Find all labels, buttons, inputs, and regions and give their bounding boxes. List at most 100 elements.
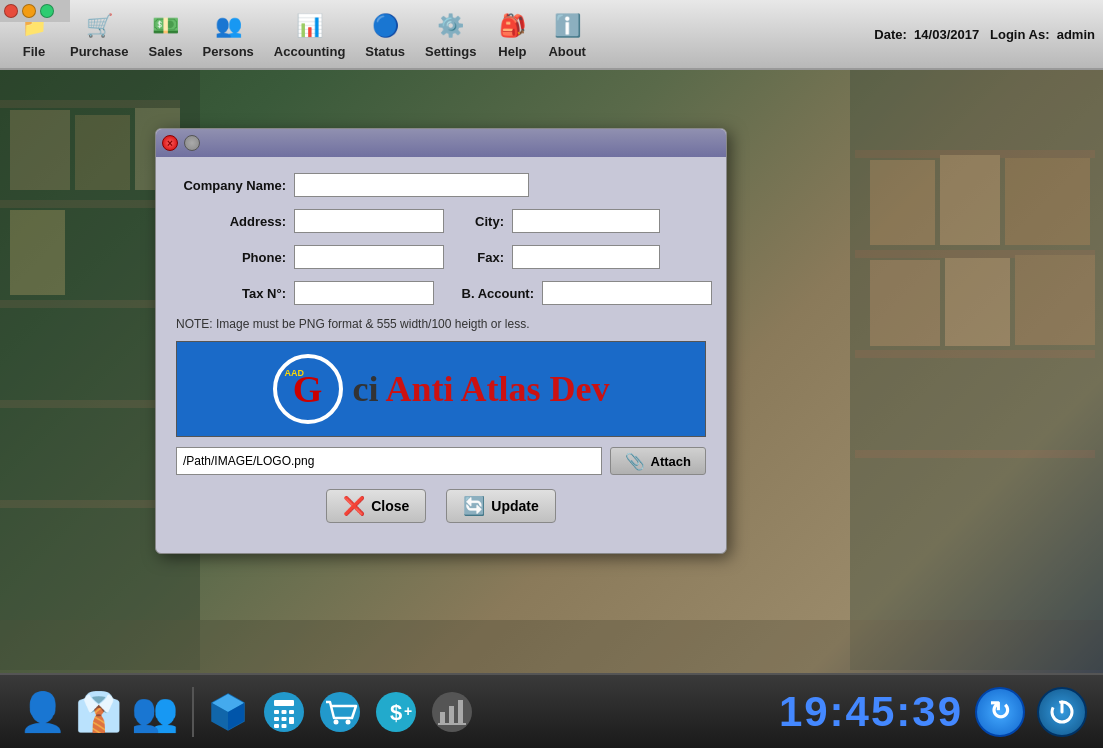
menu-help[interactable]: 🎒 Help (486, 6, 538, 63)
company-name-input[interactable] (294, 173, 529, 197)
taskbar-person2[interactable]: 👔 (72, 686, 124, 738)
menu-sales[interactable]: 💵 Sales (139, 6, 193, 63)
svg-rect-34 (274, 724, 279, 728)
svg-rect-20 (1015, 255, 1095, 345)
baccount-group: B. Account: (454, 281, 712, 305)
logo-text-area: ci Anti Atlas Dev (353, 368, 610, 410)
svg-point-37 (334, 719, 339, 724)
svg-rect-15 (870, 160, 935, 245)
close-button[interactable]: ❌ Close (326, 489, 426, 523)
svg-rect-12 (75, 115, 130, 190)
city-label: City: (464, 214, 504, 229)
attach-row: 📎 Attach (176, 447, 706, 475)
persons-icon: 👥 (212, 10, 244, 42)
menu-settings[interactable]: ⚙️ Settings (415, 6, 486, 63)
address-input[interactable] (294, 209, 444, 233)
menu-persons-label: Persons (203, 44, 254, 59)
svg-rect-28 (274, 710, 279, 714)
attach-button[interactable]: 📎 Attach (610, 447, 706, 475)
tax-input[interactable] (294, 281, 434, 305)
logo-circle: AAD G (273, 354, 343, 424)
update-btn-icon: 🔄 (463, 495, 485, 517)
cube-icon (206, 690, 250, 734)
taskbar-person1[interactable]: 👤 (16, 686, 68, 738)
baccount-input[interactable] (542, 281, 712, 305)
about-icon: ℹ️ (551, 10, 583, 42)
svg-rect-11 (10, 110, 70, 190)
login-label: Login As: (990, 27, 1049, 42)
tax-label: Tax N°: (176, 286, 286, 301)
taskbar-divider1 (192, 687, 194, 737)
purchase-icon: 🛒 (83, 10, 115, 42)
phone-label: Phone: (176, 250, 286, 265)
taskbar-chart[interactable] (426, 686, 478, 738)
svg-rect-21 (0, 620, 1103, 680)
menu-help-label: Help (498, 44, 526, 59)
calculator-icon (262, 690, 306, 734)
dialog-min-btn[interactable] (184, 135, 200, 151)
menu-purchase[interactable]: 🛒 Purchase (60, 6, 139, 63)
menu-about[interactable]: ℹ️ About (538, 6, 596, 63)
dialog-titlebar: × (156, 129, 726, 157)
phone-input[interactable] (294, 245, 444, 269)
help-icon: 🎒 (496, 10, 528, 42)
menu-purchase-label: Purchase (70, 44, 129, 59)
taskbar-cube[interactable] (202, 686, 254, 738)
taskbar-calculator[interactable] (258, 686, 310, 738)
svg-rect-5 (0, 400, 180, 408)
phone-row: Phone: Fax: (176, 245, 706, 269)
menu-status[interactable]: 🔵 Status (355, 6, 415, 63)
svg-rect-14 (10, 210, 65, 295)
date-value: 14/03/2017 (914, 27, 979, 42)
close-btn-label: Close (371, 498, 409, 514)
taskbar-person3[interactable]: 👥 (128, 686, 180, 738)
svg-rect-2 (0, 100, 180, 108)
svg-rect-33 (289, 717, 294, 724)
dollar-icon: $ + (374, 690, 418, 734)
window-min-btn[interactable] (22, 4, 36, 18)
update-button[interactable]: 🔄 Update (446, 489, 555, 523)
menu-accounting-label: Accounting (274, 44, 346, 59)
address-label: Address: (176, 214, 286, 229)
menu-file-label: File (23, 44, 45, 59)
dialog-close-btn[interactable]: × (162, 135, 178, 151)
attach-icon: 📎 (625, 452, 645, 471)
taskbar: 👤 👔 👥 (0, 673, 1103, 748)
menu-accounting[interactable]: 📊 Accounting (264, 6, 356, 63)
svg-rect-10 (855, 450, 1095, 458)
logo-path-input[interactable] (176, 447, 602, 475)
date-label: Date: (874, 27, 907, 42)
logo-aad-text: AAD (285, 368, 305, 378)
menubar: 📁 File 🛒 Purchase 💵 Sales 👥 Persons 📊 Ac… (0, 0, 1103, 70)
window-close-btn[interactable] (4, 4, 18, 18)
taskbar-right: 19:45:39 ↻ (779, 687, 1087, 737)
logo-ci: ci (353, 369, 379, 409)
status-icon: 🔵 (369, 10, 401, 42)
login-value: admin (1057, 27, 1095, 42)
logo-inner: AAD G ci Anti Atlas Dev (273, 354, 610, 424)
refresh-icon: ↻ (989, 696, 1011, 727)
address-row: Address: City: (176, 209, 706, 233)
person3-icon: 👥 (131, 690, 178, 734)
dialog-buttons: ❌ Close 🔄 Update (176, 489, 706, 523)
refresh-button[interactable]: ↻ (975, 687, 1025, 737)
tax-row: Tax N°: B. Account: (176, 281, 706, 305)
svg-rect-35 (282, 724, 287, 728)
city-input[interactable] (512, 209, 660, 233)
svg-rect-30 (289, 710, 294, 714)
fax-input[interactable] (512, 245, 660, 269)
svg-rect-6 (0, 500, 180, 508)
power-icon (1047, 697, 1077, 727)
power-button[interactable] (1037, 687, 1087, 737)
cart-icon (318, 690, 362, 734)
menu-persons[interactable]: 👥 Persons (193, 6, 264, 63)
taskbar-dollar[interactable]: $ + (370, 686, 422, 738)
fax-group: Fax: (464, 245, 660, 269)
window-max-btn[interactable] (40, 4, 54, 18)
taskbar-cart[interactable] (314, 686, 366, 738)
svg-text:+: + (404, 703, 412, 719)
svg-text:$: $ (390, 700, 402, 725)
svg-rect-32 (282, 717, 287, 721)
svg-rect-27 (274, 700, 294, 706)
svg-rect-29 (282, 710, 287, 714)
